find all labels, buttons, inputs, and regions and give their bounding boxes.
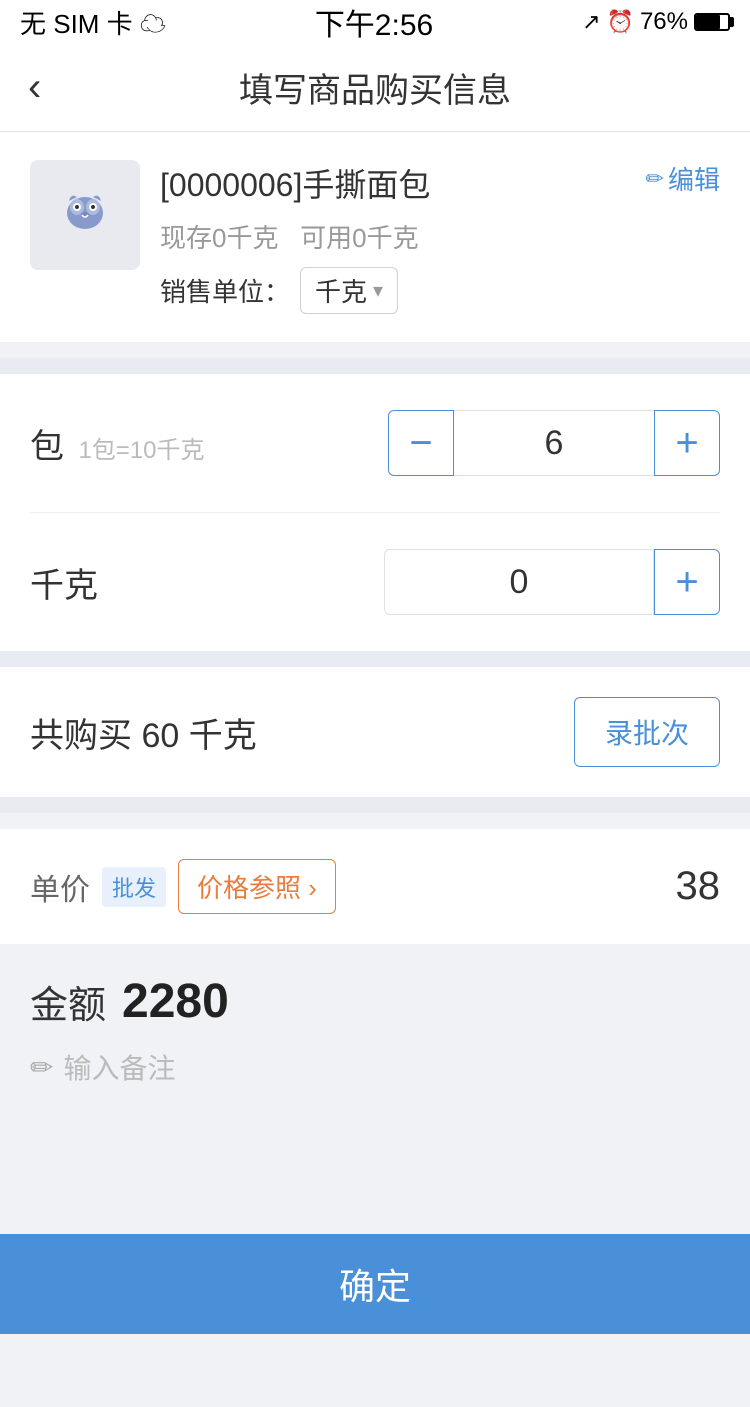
back-button[interactable]: ‹ (28, 65, 41, 110)
wholesale-badge: 批发 (102, 867, 166, 907)
battery-percent: 76% (640, 8, 688, 36)
edit-button[interactable]: ✏ 编辑 (646, 160, 720, 197)
record-batch-button[interactable]: 录批次 (574, 697, 720, 767)
unit-select[interactable]: 千克 ▾ (300, 267, 398, 314)
package-label: 包 1包=10千克 (30, 419, 205, 468)
battery-icon (694, 13, 730, 31)
amount-section: 金额 2280 ✏ 输入备注 (0, 944, 750, 1107)
section-divider-2 (0, 651, 750, 667)
product-unit-row: 销售单位： 千克 ▾ (160, 267, 720, 314)
amount-label: 金额 (30, 974, 106, 1029)
product-image (30, 160, 140, 270)
kilogram-plus-button[interactable]: + (654, 549, 720, 615)
summary-text: 共购买 60 千克 (30, 708, 257, 757)
kilogram-row: 千克 + (30, 513, 720, 651)
price-reference-button[interactable]: 价格参照 › (178, 859, 336, 914)
package-row: 包 1包=10千克 − + (30, 374, 720, 513)
price-label: 单价 批发 价格参照 › (30, 859, 336, 914)
price-section: 单价 批发 价格参照 › 38 (0, 829, 750, 944)
product-name: [0000006]手撕面包 (160, 160, 430, 206)
package-quantity-control: − + (388, 410, 720, 476)
section-divider-1 (0, 358, 750, 374)
status-right: ↗ ⏰ 76% (582, 8, 730, 36)
price-row: 单价 批发 价格参照 › 38 (30, 859, 720, 914)
kilogram-label: 千克 (30, 558, 98, 607)
kilogram-quantity-input[interactable] (384, 549, 654, 615)
location-icon: ↗ (582, 9, 600, 35)
product-card: [0000006]手撕面包 ✏ 编辑 现存0千克 可用0千克 销售单位： 千克 … (0, 132, 750, 342)
nav-bar: ‹ 填写商品购买信息 (0, 44, 750, 132)
status-carrier: 无 SIM 卡 ☁ (20, 4, 166, 41)
product-info: [0000006]手撕面包 ✏ 编辑 现存0千克 可用0千克 销售单位： 千克 … (160, 160, 720, 314)
confirm-button[interactable]: 确定 (339, 1258, 411, 1310)
status-time: 下午2:56 (315, 0, 433, 44)
confirm-bar[interactable]: 确定 (0, 1234, 750, 1334)
package-hint: 1包=10千克 (78, 437, 204, 464)
price-value: 38 (676, 864, 721, 909)
amount-value: 2280 (122, 974, 229, 1029)
note-placeholder: 输入备注 (63, 1047, 175, 1087)
package-plus-button[interactable]: + (654, 410, 720, 476)
status-bar: 无 SIM 卡 ☁ 下午2:56 ↗ ⏰ 76% (0, 0, 750, 44)
package-minus-button[interactable]: − (388, 410, 454, 476)
chevron-down-icon: ▾ (373, 278, 383, 303)
amount-row: 金额 2280 (30, 974, 720, 1029)
product-stock: 现存0千克 可用0千克 (160, 218, 720, 255)
note-row[interactable]: ✏ 输入备注 (30, 1047, 720, 1087)
kilogram-quantity-control: + (384, 549, 720, 615)
product-logo-icon (55, 179, 115, 251)
page-title: 填写商品购买信息 (239, 63, 511, 112)
note-icon: ✏ (30, 1051, 53, 1084)
input-section: 包 1包=10千克 − + 千克 + (0, 374, 750, 651)
summary-section: 共购买 60 千克 录批次 (0, 667, 750, 797)
package-quantity-input[interactable] (454, 410, 654, 476)
section-divider-3 (0, 797, 750, 813)
alarm-icon: ⏰ (607, 9, 634, 35)
